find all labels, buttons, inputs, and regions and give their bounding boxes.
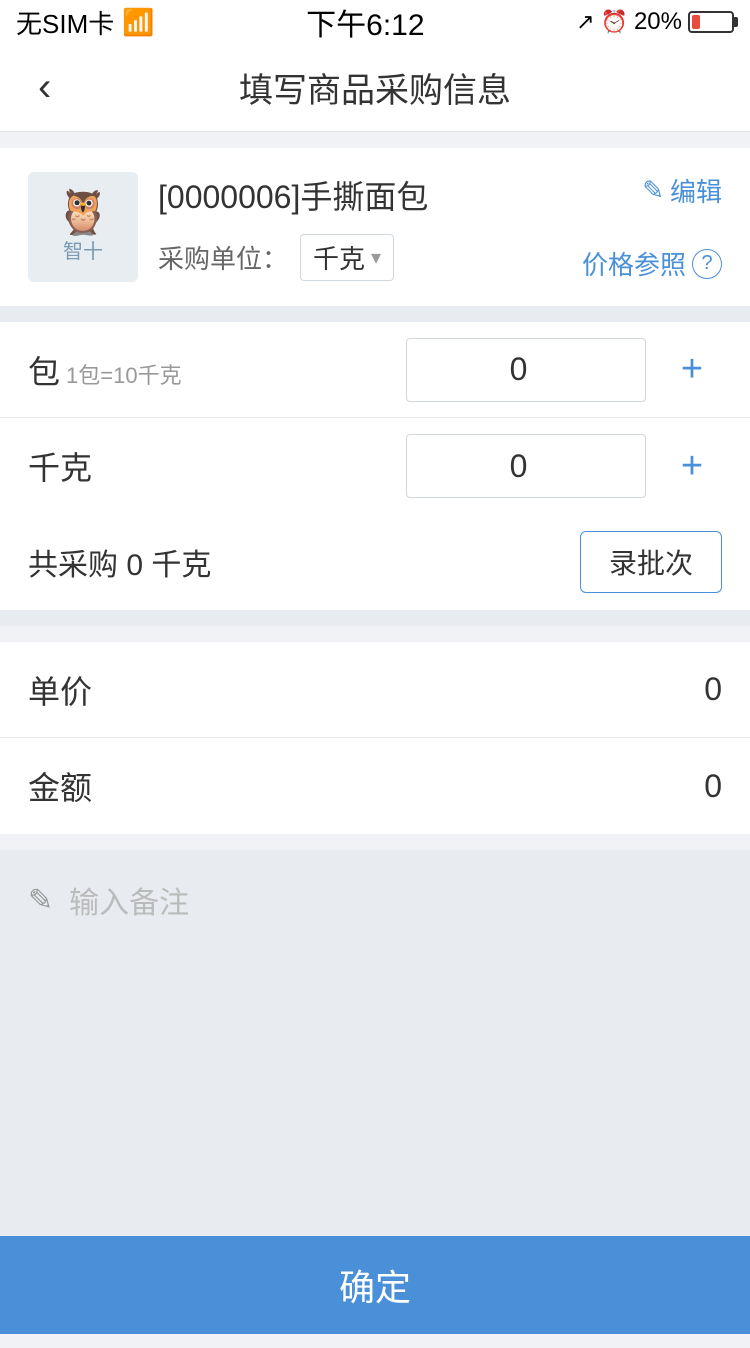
- amount-row: 金额 0: [0, 738, 750, 834]
- status-time: 下午6:12: [306, 0, 424, 44]
- unit-dropdown[interactable]: 千克 ▾: [300, 234, 394, 281]
- amount-value: 0: [704, 768, 722, 805]
- content-area: [0, 950, 750, 1250]
- product-thumbnail: 🦉 智十: [28, 172, 138, 282]
- section-divider-2: [0, 610, 750, 626]
- input-section: 包1包=10千克 + 千克 +: [0, 322, 750, 514]
- amount-label: 金额: [28, 763, 92, 809]
- edit-icon: ✎: [642, 175, 664, 206]
- price-ref-label: 价格参照: [582, 245, 686, 282]
- kg-input-row: 千克 +: [0, 418, 750, 514]
- note-section[interactable]: ✎ 输入备注: [0, 850, 750, 950]
- note-icon: ✎: [28, 883, 53, 918]
- unit-value: 千克: [313, 239, 365, 276]
- carrier-text: 无SIM卡: [16, 4, 114, 41]
- wifi-icon: 📶: [122, 7, 154, 38]
- kg-input-wrapper: +: [128, 434, 722, 498]
- batch-button[interactable]: 录批次: [580, 531, 722, 593]
- summary-row: 共采购 0 千克 录批次: [0, 514, 750, 610]
- product-owl-icon: 🦉: [56, 191, 111, 235]
- pack-label: 包1包=10千克: [28, 347, 182, 393]
- pack-input-row: 包1包=10千克 +: [0, 322, 750, 418]
- location-icon: ↗: [576, 9, 594, 35]
- confirm-button[interactable]: 确定: [0, 1236, 750, 1334]
- product-name: [0000006]手撕面包: [158, 172, 722, 218]
- unit-price-value: 0: [704, 671, 722, 708]
- kg-quantity-input[interactable]: [406, 434, 646, 498]
- pack-input-wrapper: +: [202, 338, 722, 402]
- pack-quantity-input[interactable]: [406, 338, 646, 402]
- battery-pct: 20%: [634, 8, 682, 36]
- unit-price-row: 单价 0: [0, 642, 750, 738]
- edit-label: 编辑: [670, 172, 722, 209]
- summary-text: 共采购 0 千克: [28, 540, 211, 584]
- info-icon: ?: [692, 249, 722, 279]
- note-placeholder: 输入备注: [69, 878, 189, 922]
- pack-plus-button[interactable]: +: [662, 340, 722, 400]
- product-card: 🦉 智十 [0000006]手撕面包 采购单位： 千克 ▾ ✎ 编辑 价格参照 …: [0, 148, 750, 306]
- price-ref-button[interactable]: 价格参照 ?: [582, 245, 722, 282]
- alarm-icon: ⏰: [601, 9, 628, 35]
- page-title: 填写商品采购信息: [239, 63, 511, 112]
- nav-bar: ‹ 填写商品采购信息: [0, 44, 750, 132]
- unit-price-label: 单价: [28, 667, 92, 713]
- price-section: 单价 0 金额 0: [0, 642, 750, 834]
- battery-icon: [688, 11, 734, 33]
- edit-button[interactable]: ✎ 编辑: [642, 172, 722, 209]
- status-right: ↗ ⏰ 20%: [576, 8, 734, 36]
- kg-label: 千克: [28, 443, 108, 489]
- kg-plus-button[interactable]: +: [662, 436, 722, 496]
- pack-sublabel: 1包=10千克: [66, 363, 182, 388]
- unit-label: 采购单位：: [158, 239, 288, 276]
- product-thumb-label: 智十: [63, 235, 103, 264]
- status-bar: 无SIM卡 📶 下午6:12 ↗ ⏰ 20%: [0, 0, 750, 44]
- status-left: 无SIM卡 📶: [16, 4, 155, 41]
- dropdown-arrow-icon: ▾: [371, 245, 381, 270]
- section-divider-1: [0, 306, 750, 322]
- back-button[interactable]: ‹: [28, 55, 61, 120]
